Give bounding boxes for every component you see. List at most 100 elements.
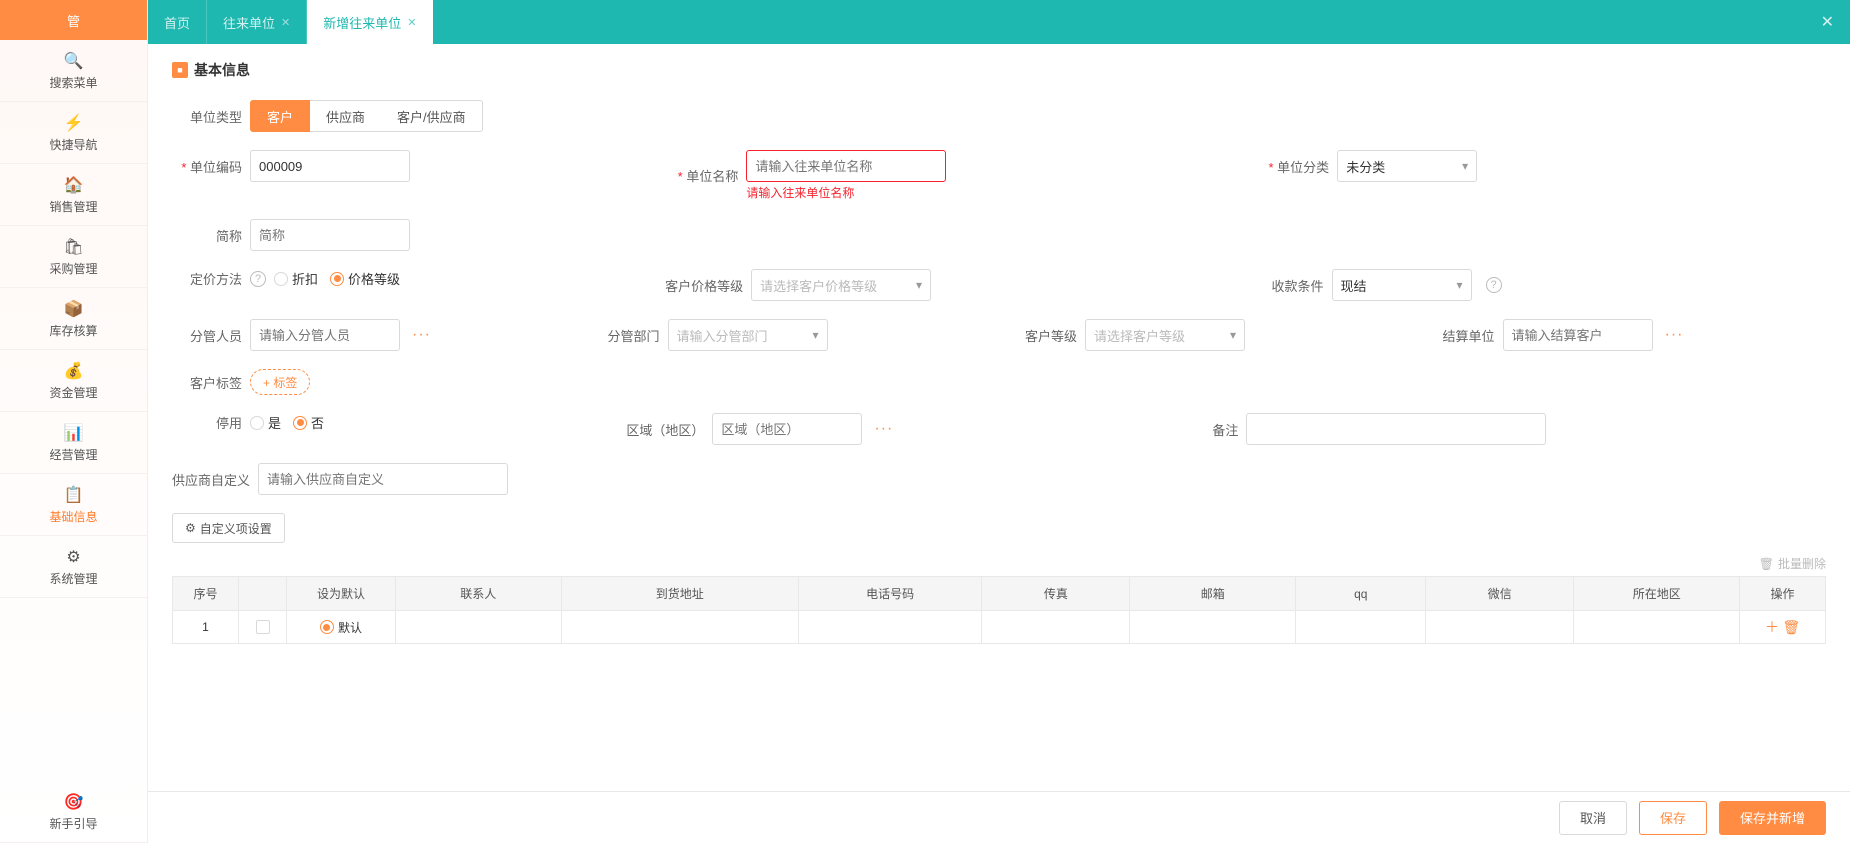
- address-input[interactable]: [620, 620, 740, 634]
- price-level-radio-label: 价格等级: [348, 269, 400, 288]
- region-input[interactable]: [712, 413, 862, 445]
- disable-yes-radio[interactable]: 是: [250, 413, 281, 432]
- supplier-custom-label: 供应商自定义: [172, 470, 250, 489]
- cancel-button[interactable]: 取消: [1559, 801, 1627, 835]
- cell-wechat[interactable]: [1426, 611, 1574, 644]
- cell-region[interactable]: [1574, 611, 1740, 644]
- sidebar-item-label: 资金管理: [49, 384, 97, 401]
- sidebar-item-guide[interactable]: 🎯 新手引导: [0, 781, 147, 843]
- wechat-input[interactable]: [1465, 620, 1535, 634]
- sidebar-item-quicknav[interactable]: ⚡ 快捷导航: [0, 102, 147, 164]
- region-table-input[interactable]: [1617, 620, 1697, 634]
- sidebar-item-label: 销售管理: [49, 198, 97, 215]
- qq-input[interactable]: [1331, 620, 1391, 634]
- tab-home[interactable]: 首页: [148, 0, 207, 44]
- cell-phone[interactable]: [798, 611, 982, 644]
- supplier-custom-input[interactable]: [258, 463, 508, 495]
- tab-counterparty[interactable]: 往来单位 ✕: [207, 0, 307, 44]
- pricing-discount-radio[interactable]: 折扣: [274, 269, 318, 288]
- manager-input[interactable]: [250, 319, 400, 351]
- sidebar-item-purchase[interactable]: 🛍 采购管理: [0, 226, 147, 288]
- default-radio[interactable]: 默认: [293, 619, 389, 636]
- short-name-input[interactable]: [250, 219, 410, 251]
- phone-input[interactable]: [845, 620, 935, 634]
- region-more-btn[interactable]: ···: [870, 420, 897, 438]
- type-btn-customer[interactable]: 客户: [250, 100, 310, 132]
- cell-checkbox[interactable]: [238, 611, 286, 644]
- cell-fax[interactable]: [982, 611, 1130, 644]
- row-delete-button[interactable]: 🗑: [1782, 619, 1800, 636]
- remark-input[interactable]: [1246, 413, 1546, 445]
- pricing-method-field: 定价方法 ? 折扣 价格等级: [172, 269, 649, 288]
- tab-counterparty-close[interactable]: ✕: [281, 16, 290, 29]
- pricing-help-icon[interactable]: ?: [250, 271, 266, 287]
- unit-code-input[interactable]: [250, 150, 410, 182]
- sidebar-item-basic[interactable]: 📋 基础信息: [0, 474, 147, 536]
- cell-qq[interactable]: [1296, 611, 1426, 644]
- save-button[interactable]: 保存: [1639, 801, 1707, 835]
- tag-add-button[interactable]: + 标签: [250, 369, 310, 395]
- disable-label: 停用: [172, 413, 242, 432]
- section-title: ■ 基本信息: [172, 60, 1826, 80]
- unit-category-select[interactable]: 未分类: [1337, 150, 1477, 182]
- region-field: 区域（地区） ···: [626, 413, 1152, 445]
- disable-no-circle: [293, 416, 307, 430]
- type-btn-group: 客户 供应商 客户/供应商: [250, 100, 483, 132]
- disable-yes-label: 是: [268, 413, 281, 432]
- contact-input[interactable]: [438, 620, 518, 634]
- disable-no-radio[interactable]: 否: [293, 413, 324, 432]
- cell-contact[interactable]: [395, 611, 561, 644]
- save-new-button[interactable]: 保存并新增: [1719, 801, 1826, 835]
- row-add-button[interactable]: ＋: [1765, 617, 1779, 637]
- cell-address[interactable]: [561, 611, 798, 644]
- col-fax: 传真: [982, 577, 1130, 611]
- payment-terms-select[interactable]: 现结: [1332, 269, 1472, 301]
- manager-more-btn[interactable]: ···: [408, 326, 435, 344]
- col-email: 邮箱: [1130, 577, 1296, 611]
- manager-row: 分管人员 ··· 分管部门 请输入分管部门 客户等级 请选择客户等级: [172, 319, 1826, 351]
- sidebar-item-system[interactable]: ⚙ 系统管理: [0, 536, 147, 598]
- customer-level-select[interactable]: 请选择客户等级: [1085, 319, 1245, 351]
- col-qq: qq: [1296, 577, 1426, 611]
- tab-new-counterparty-close[interactable]: ✕: [407, 16, 416, 29]
- close-all-button[interactable]: ✕: [1805, 12, 1850, 32]
- unit-name-error: 请输入往来单位名称: [746, 184, 946, 201]
- custom-settings-label: 自定义项设置: [200, 520, 272, 537]
- tab-new-counterparty[interactable]: 新增往来单位 ✕: [307, 0, 433, 44]
- sidebar-item-finance[interactable]: 💰 资金管理: [0, 350, 147, 412]
- cell-seq: 1: [173, 611, 239, 644]
- col-contact: 联系人: [395, 577, 561, 611]
- price-level-radio-circle: [330, 272, 344, 286]
- operations-icon: 📊: [63, 422, 85, 444]
- pricing-level-radio[interactable]: 价格等级: [330, 269, 400, 288]
- unit-type-field: 单位类型 客户 供应商 客户/供应商: [172, 100, 1826, 132]
- settlement-more-btn[interactable]: ···: [1661, 326, 1688, 344]
- sidebar-item-operations[interactable]: 📊 经营管理: [0, 412, 147, 474]
- sidebar-logo: 管: [0, 0, 147, 40]
- department-select[interactable]: 请输入分管部门: [668, 319, 828, 351]
- cell-action: ＋ 🗑: [1740, 611, 1826, 644]
- customer-price-select[interactable]: 请选择客户价格等级: [751, 269, 931, 301]
- payment-terms-value: 现结: [1341, 276, 1367, 295]
- email-input[interactable]: [1173, 620, 1253, 634]
- sidebar-item-search[interactable]: 🔍 搜索菜单: [0, 40, 147, 102]
- batch-delete-label[interactable]: 批量删除: [1778, 555, 1826, 572]
- department-placeholder: 请输入分管部门: [677, 326, 768, 345]
- sidebar-item-label: 系统管理: [49, 570, 97, 587]
- settlement-input[interactable]: [1503, 319, 1653, 351]
- fax-input[interactable]: [1021, 620, 1091, 634]
- cell-email[interactable]: [1130, 611, 1296, 644]
- disable-yes-circle: [250, 416, 264, 430]
- payment-help-icon[interactable]: ?: [1486, 277, 1502, 293]
- type-btn-both[interactable]: 客户/供应商: [381, 100, 483, 132]
- guide-icon: 🎯: [63, 791, 85, 813]
- settlement-label: 结算单位: [1425, 326, 1495, 345]
- unit-name-input[interactable]: [746, 150, 946, 182]
- batch-delete-row: 🗑 批量删除: [172, 555, 1826, 572]
- type-btn-supplier[interactable]: 供应商: [310, 100, 381, 132]
- sidebar-item-inventory[interactable]: 📦 库存核算: [0, 288, 147, 350]
- col-action: 操作: [1740, 577, 1826, 611]
- custom-settings-button[interactable]: ⚙ 自定义项设置: [172, 513, 285, 543]
- settlement-field: 结算单位 ···: [1425, 319, 1827, 351]
- sidebar-item-sales[interactable]: 🏠 销售管理: [0, 164, 147, 226]
